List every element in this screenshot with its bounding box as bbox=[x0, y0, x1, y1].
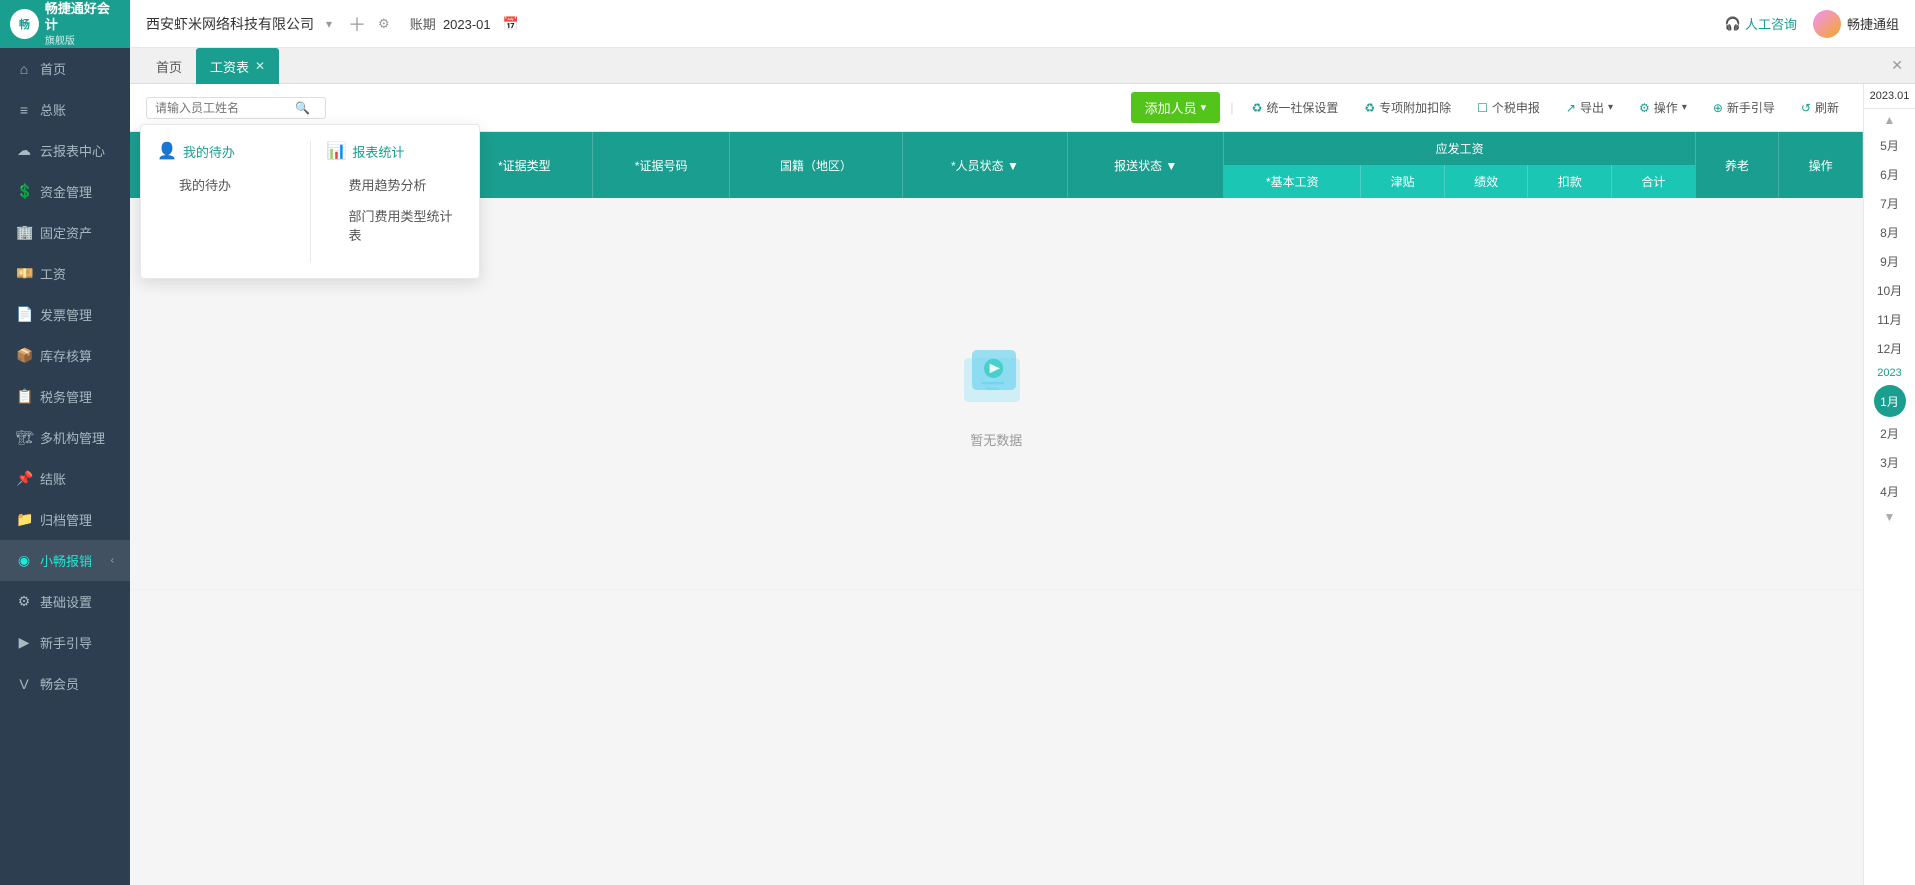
company-settings-icon[interactable]: ⚙ bbox=[378, 16, 390, 32]
calendar-icon[interactable]: 📅 bbox=[503, 16, 519, 32]
popup-item-my-todo[interactable]: 我的待办 bbox=[157, 169, 294, 200]
company-name: 西安虾米网络科技有限公司 bbox=[146, 14, 314, 34]
sidebar-item-cloud-report[interactable]: ☁ 云报表中心 bbox=[0, 130, 130, 171]
main-area: 西安虾米网络科技有限公司 ▾ ＋ ⚙ 账期 2023-01 📅 🎧 人工咨询 畅… bbox=[130, 0, 1915, 885]
sidebar-item-tax[interactable]: 📋 税务管理 bbox=[0, 376, 130, 417]
sidebar-item-inventory[interactable]: 📦 库存核算 bbox=[0, 335, 130, 376]
closing-icon: 📌 bbox=[16, 470, 32, 487]
popup-item-dept-cost[interactable]: 部门费用类型统计表 bbox=[327, 200, 464, 250]
company-dropdown-icon[interactable]: ▾ bbox=[326, 17, 332, 31]
fund-icon: 💲 bbox=[16, 183, 32, 200]
todo-icon: 👤 bbox=[157, 141, 177, 161]
sidebar-item-ledger[interactable]: ≡ 总账 bbox=[0, 89, 130, 130]
sidebar-item-basic-settings[interactable]: ⚙ 基础设置 bbox=[0, 581, 130, 622]
add-company-button[interactable]: ＋ bbox=[348, 11, 366, 37]
sidebar-nav: ⌂ 首页 ≡ 总账 ☁ 云报表中心 💲 资金管理 🏢 固定资产 💴 工资 📄 发… bbox=[0, 48, 130, 885]
popup-section-title-todo: 👤 我的待办 bbox=[157, 141, 294, 161]
invoice-icon: 📄 bbox=[16, 306, 32, 323]
period-label: 账期 2023-01 bbox=[410, 14, 491, 33]
popup-cols: 👤 我的待办 我的待办 📊 报表统计 费用趋势分析 部门费用类型统计表 bbox=[157, 141, 463, 262]
xiaochang-icon: ◉ bbox=[16, 552, 32, 569]
cloud-icon: ☁ bbox=[16, 142, 32, 159]
salary-icon: 💴 bbox=[16, 265, 32, 282]
tab-close-icon[interactable]: ✕ bbox=[255, 59, 265, 73]
settings-icon: ⚙ bbox=[16, 593, 32, 610]
avatar bbox=[1813, 10, 1841, 38]
sidebar-item-xiaochang[interactable]: ◉ 小畅报销 ‹ bbox=[0, 540, 130, 581]
popup-menu: 👤 我的待办 我的待办 📊 报表统计 费用趋势分析 部门费用类型统计表 bbox=[140, 124, 480, 279]
sidebar-item-invoice[interactable]: 📄 发票管理 bbox=[0, 294, 130, 335]
home-icon: ⌂ bbox=[16, 61, 32, 77]
popup-section-report: 📊 报表统计 费用趋势分析 部门费用类型统计表 bbox=[327, 141, 464, 250]
multi-org-icon: 🏗 bbox=[16, 429, 32, 446]
member-icon: V bbox=[16, 676, 32, 692]
popup-section-todo: 👤 我的待办 我的待办 bbox=[157, 141, 294, 250]
topbar-right: 🎧 人工咨询 畅捷通组 bbox=[1725, 10, 1899, 38]
headset-icon: 🎧 bbox=[1725, 16, 1741, 32]
tax-icon: 📋 bbox=[16, 388, 32, 405]
user-area[interactable]: 畅捷通组 bbox=[1813, 10, 1899, 38]
topbar: 西安虾米网络科技有限公司 ▾ ＋ ⚙ 账期 2023-01 📅 🎧 人工咨询 畅… bbox=[130, 0, 1915, 48]
popup-section-title-report: 📊 报表统计 bbox=[327, 141, 464, 161]
sidebar-item-fund[interactable]: 💲 资金管理 bbox=[0, 171, 130, 212]
logo-text: 畅捷通好会计 旗舰版 bbox=[45, 1, 120, 47]
assets-icon: 🏢 bbox=[16, 224, 32, 241]
ledger-icon: ≡ bbox=[16, 102, 32, 118]
popup-divider bbox=[310, 141, 311, 262]
service-button[interactable]: 🎧 人工咨询 bbox=[1725, 14, 1797, 33]
popup-overlay: 👤 我的待办 我的待办 📊 报表统计 费用趋势分析 部门费用类型统计表 bbox=[130, 84, 1915, 885]
sidebar-item-guide[interactable]: ▶ 新手引导 bbox=[0, 622, 130, 663]
sidebar: 畅 畅捷通好会计 旗舰版 ⌂ 首页 ≡ 总账 ☁ 云报表中心 💲 资金管理 🏢 … bbox=[0, 0, 130, 885]
period-value: 2023-01 bbox=[443, 17, 491, 32]
sidebar-collapse-icon: ‹ bbox=[111, 555, 114, 566]
tab-salary[interactable]: 工资表 ✕ bbox=[196, 48, 279, 84]
logo-area: 畅 畅捷通好会计 旗舰版 bbox=[0, 0, 130, 48]
archive-icon: 📁 bbox=[16, 511, 32, 528]
sidebar-item-archive[interactable]: 📁 归档管理 bbox=[0, 499, 130, 540]
popup-item-cost-trend[interactable]: 费用趋势分析 bbox=[327, 169, 464, 200]
sidebar-item-salary[interactable]: 💴 工资 bbox=[0, 253, 130, 294]
sidebar-item-home[interactable]: ⌂ 首页 bbox=[0, 48, 130, 89]
guide-icon: ▶ bbox=[16, 634, 32, 651]
sidebar-item-fixed-assets[interactable]: 🏢 固定资产 bbox=[0, 212, 130, 253]
tabbar: 首页 工资表 ✕ ✕ bbox=[130, 48, 1915, 84]
tab-close-all[interactable]: ✕ bbox=[1891, 57, 1903, 74]
report-icon: 📊 bbox=[327, 141, 347, 161]
tab-home[interactable]: 首页 bbox=[142, 48, 196, 84]
sidebar-item-closing[interactable]: 📌 结账 bbox=[0, 458, 130, 499]
username-label: 畅捷通组 bbox=[1847, 14, 1899, 33]
content-area: 🔍 添加人员 ▾ | ♻ 统一社保设置 ♻ 专项附加扣除 ☐ bbox=[130, 84, 1915, 885]
sidebar-item-multi-org[interactable]: 🏗 多机构管理 bbox=[0, 417, 130, 458]
inventory-icon: 📦 bbox=[16, 347, 32, 364]
sidebar-item-member[interactable]: V 畅会员 bbox=[0, 663, 130, 704]
logo-icon: 畅 bbox=[10, 9, 39, 39]
